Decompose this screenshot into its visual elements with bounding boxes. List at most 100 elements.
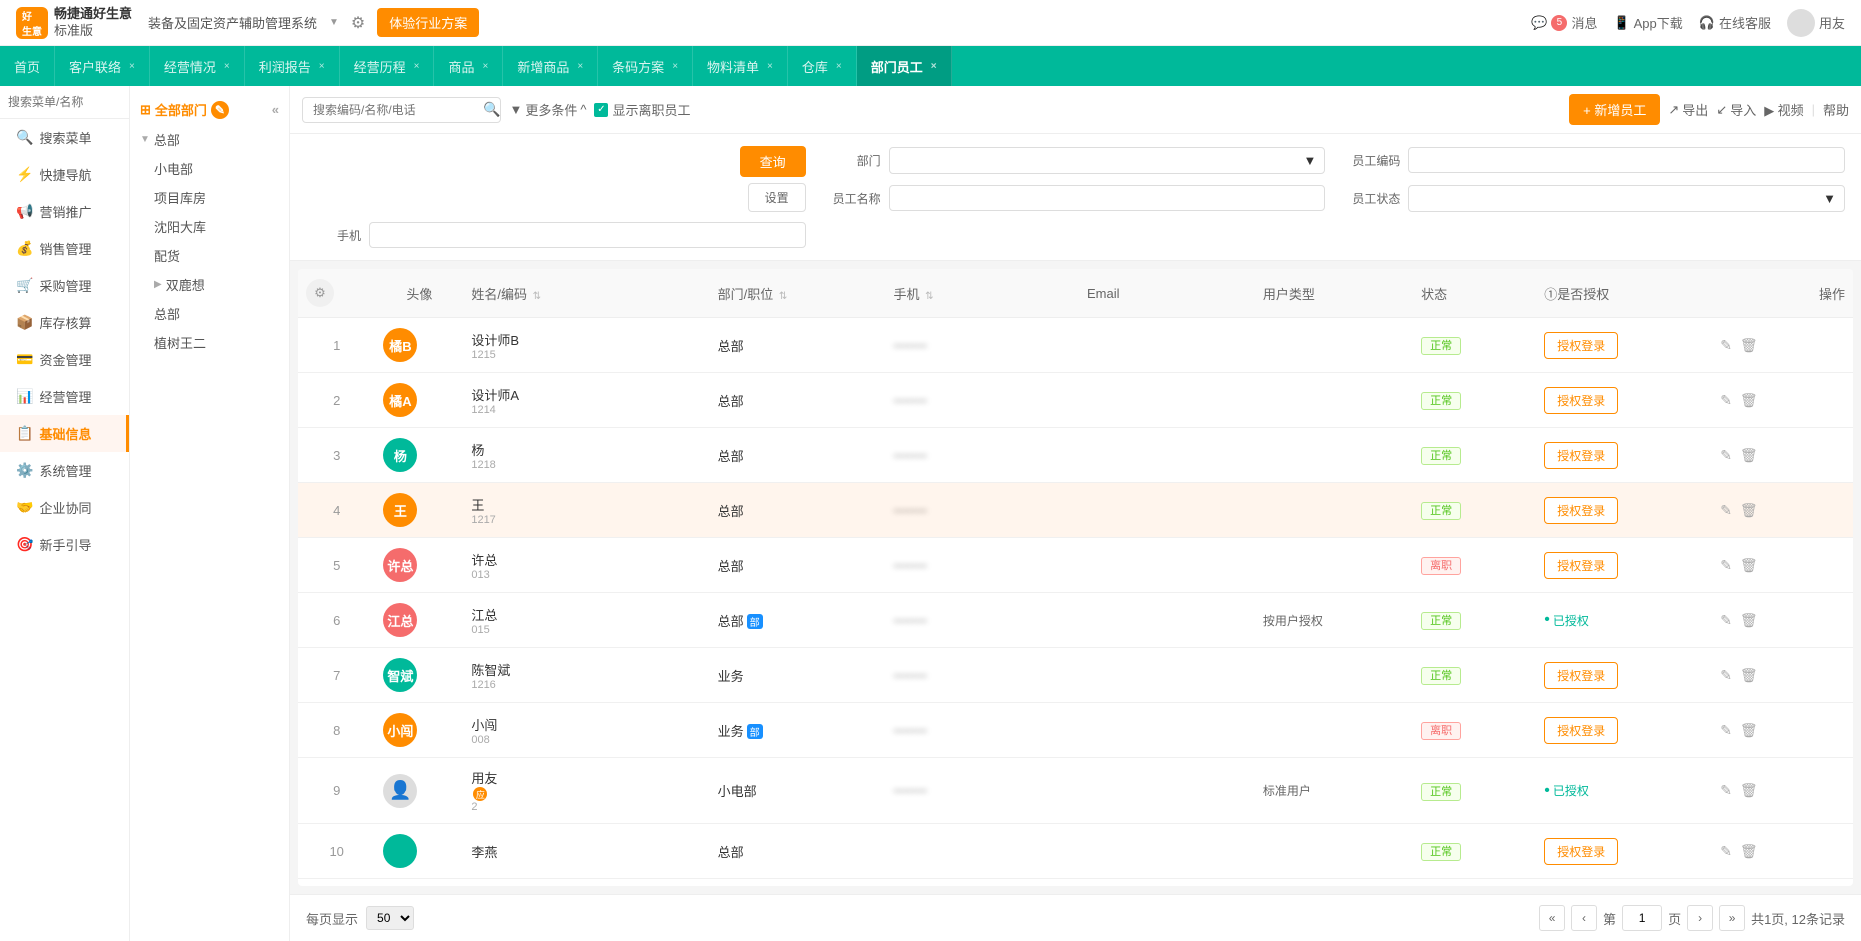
authorize-button[interactable]: 授权登录 <box>1544 838 1618 865</box>
tab-close-icon[interactable]: × <box>482 61 488 72</box>
dept-node-沈阳大库[interactable]: 沈阳大库 <box>130 212 289 241</box>
authorize-button[interactable]: 授权登录 <box>1544 442 1618 469</box>
edit-icon[interactable]: ✎ <box>1720 392 1732 409</box>
delete-icon[interactable]: 🗑 <box>1740 843 1758 860</box>
sidebar-item-销售管理[interactable]: 💰销售管理 <box>0 230 129 267</box>
nav-tab-物料清单[interactable]: 物料清单× <box>693 46 788 86</box>
sidebar-item-快捷导航[interactable]: ⚡快捷导航 <box>0 156 129 193</box>
edit-icon[interactable]: ✎ <box>1720 447 1732 464</box>
edit-icon[interactable]: ✎ <box>1720 557 1732 574</box>
edit-icon[interactable]: ✎ <box>1720 782 1732 799</box>
sidebar-item-经营管理[interactable]: 📊经营管理 <box>0 378 129 415</box>
page-input[interactable] <box>1622 905 1662 931</box>
user-action[interactable]: 用友 <box>1787 9 1845 37</box>
emp-name-input[interactable] <box>889 185 1326 211</box>
th-phone[interactable]: 手机 ⇅ <box>885 269 1078 318</box>
dept-node-配货[interactable]: 配货 <box>130 241 289 270</box>
sidebar-item-采购管理[interactable]: 🛒采购管理 <box>0 267 129 304</box>
dept-node-小电部[interactable]: 小电部 <box>130 154 289 183</box>
sidebar-item-库存核算[interactable]: 📦库存核算 <box>0 304 129 341</box>
edit-icon[interactable]: ✎ <box>1720 502 1732 519</box>
nav-tab-经营情况[interactable]: 经营情况× <box>150 46 245 86</box>
emp-status-select[interactable]: ▼ <box>1408 185 1845 212</box>
authorize-button[interactable]: 授权登录 <box>1544 387 1618 414</box>
tab-close-icon[interactable]: × <box>672 61 678 72</box>
authorize-button[interactable]: 授权登录 <box>1544 662 1618 689</box>
export-button[interactable]: ↗ 导出 <box>1668 100 1708 119</box>
phone-input[interactable] <box>369 222 806 248</box>
import-button[interactable]: ↙ 导入 <box>1716 100 1756 119</box>
delete-icon[interactable]: 🗑 <box>1740 447 1758 464</box>
page-size-select[interactable]: 50 <box>366 906 414 930</box>
search-button[interactable]: 查询 <box>740 146 806 177</box>
dept-select[interactable]: ▼ <box>889 147 1326 174</box>
nav-tab-仓库[interactable]: 仓库× <box>788 46 857 86</box>
gear-icon[interactable]: ⚙ <box>351 13 365 33</box>
nav-tab-客户联络[interactable]: 客户联络× <box>55 46 150 86</box>
delete-icon[interactable]: 🗑 <box>1740 722 1758 739</box>
search-input[interactable] <box>303 98 483 122</box>
th-name[interactable]: 姓名/编码 ⇅ <box>463 269 709 318</box>
system-title-arrow[interactable]: ▼ <box>329 17 339 28</box>
show-inactive-toggle[interactable]: ✓ 显示离职员工 <box>594 100 690 119</box>
edit-icon[interactable]: ✎ <box>1720 722 1732 739</box>
nav-tab-部门员工[interactable]: 部门员工× <box>857 46 952 86</box>
th-dept[interactable]: 部门/职位 ⇅ <box>710 269 886 318</box>
edit-icon[interactable]: ✎ <box>1720 612 1732 629</box>
th-settings[interactable]: ⚙ <box>298 269 375 318</box>
sidebar-item-资金管理[interactable]: 💳资金管理 <box>0 341 129 378</box>
dept-collapse-btn[interactable]: « <box>272 102 279 117</box>
settings-button[interactable]: 设置 <box>748 183 806 212</box>
dept-node-项目库房[interactable]: 项目库房 <box>130 183 289 212</box>
delete-icon[interactable]: 🗑 <box>1740 667 1758 684</box>
authorize-button[interactable]: 授权登录 <box>1544 552 1618 579</box>
last-page-btn[interactable]: » <box>1719 905 1745 931</box>
first-page-btn[interactable]: « <box>1539 905 1565 931</box>
next-page-btn[interactable]: › <box>1687 905 1713 931</box>
tab-close-icon[interactable]: × <box>836 61 842 72</box>
nav-tab-经营历程[interactable]: 经营历程× <box>340 46 435 86</box>
authorize-button[interactable]: 授权登录 <box>1544 717 1618 744</box>
sidebar-item-营销推广[interactable]: 📢营销推广 <box>0 193 129 230</box>
tab-close-icon[interactable]: × <box>414 61 420 72</box>
delete-icon[interactable]: 🗑 <box>1740 337 1758 354</box>
emp-code-input[interactable] <box>1408 147 1845 173</box>
delete-icon[interactable]: 🗑 <box>1740 502 1758 519</box>
message-action[interactable]: 💬 5 消息 <box>1531 13 1597 32</box>
nav-tab-首页[interactable]: 首页 <box>0 46 55 86</box>
prev-page-btn[interactable]: ‹ <box>1571 905 1597 931</box>
search-button[interactable]: 🔍 <box>483 101 500 118</box>
delete-icon[interactable]: 🗑 <box>1740 782 1758 799</box>
edit-icon[interactable]: ✎ <box>1720 843 1732 860</box>
experience-button[interactable]: 体验行业方案 <box>377 8 479 37</box>
tab-close-icon[interactable]: × <box>224 61 230 72</box>
online-service-action[interactable]: 🎧 在线客服 <box>1699 13 1771 32</box>
name-sort-icon[interactable]: ⇅ <box>533 291 541 302</box>
sidebar-item-企业协同[interactable]: 🤝企业协同 <box>0 489 129 526</box>
tab-close-icon[interactable]: × <box>577 61 583 72</box>
edit-icon[interactable]: ✎ <box>1720 667 1732 684</box>
sidebar-item-系统管理[interactable]: ⚙️系统管理 <box>0 452 129 489</box>
sidebar-item-新手引导[interactable]: 🎯新手引导 <box>0 526 129 563</box>
filter-button[interactable]: ▼ 更多条件 ^ <box>509 100 586 119</box>
video-button[interactable]: ▶ 视频 <box>1764 100 1803 119</box>
sidebar-item-基础信息[interactable]: 📋基础信息 <box>0 415 129 452</box>
nav-tab-条码方案[interactable]: 条码方案× <box>598 46 693 86</box>
app-download-action[interactable]: 📱 App下载 <box>1613 13 1682 32</box>
tab-close-icon[interactable]: × <box>129 61 135 72</box>
dept-node-植树王二[interactable]: 植树王二 <box>130 328 289 357</box>
dept-node-双鹿想[interactable]: ▶双鹿想 <box>130 270 289 299</box>
tab-close-icon[interactable]: × <box>319 61 325 72</box>
delete-icon[interactable]: 🗑 <box>1740 612 1758 629</box>
nav-tab-商品[interactable]: 商品× <box>434 46 503 86</box>
dept-node-总部[interactable]: 总部 <box>130 299 289 328</box>
delete-icon[interactable]: 🗑 <box>1740 557 1758 574</box>
authorize-button[interactable]: 授权登录 <box>1544 332 1618 359</box>
sidebar-search-input[interactable] <box>8 95 130 109</box>
sidebar-item-搜索菜单[interactable]: 🔍搜索菜单 <box>0 119 129 156</box>
nav-tab-新增商品[interactable]: 新增商品× <box>503 46 598 86</box>
tab-close-icon[interactable]: × <box>931 61 937 72</box>
help-button[interactable]: 帮助 <box>1823 100 1849 119</box>
table-settings-icon[interactable]: ⚙ <box>306 279 334 307</box>
tab-close-icon[interactable]: × <box>767 61 773 72</box>
